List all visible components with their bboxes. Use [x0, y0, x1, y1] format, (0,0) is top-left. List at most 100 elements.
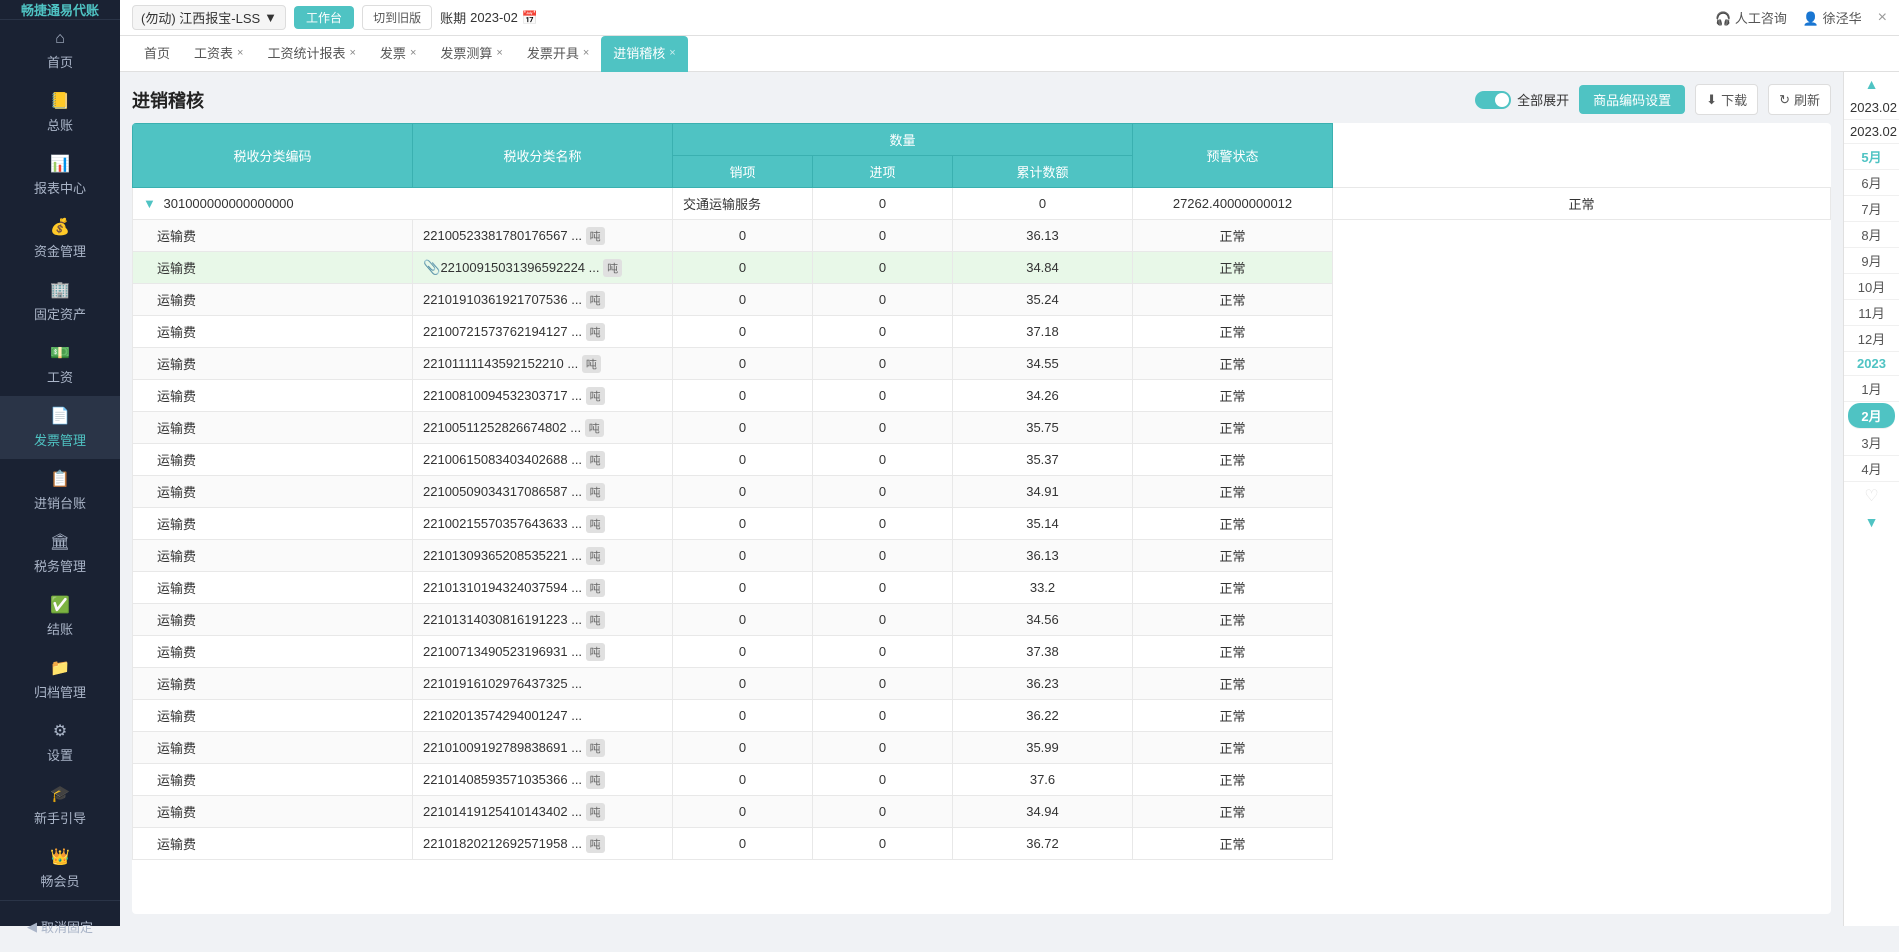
tab-close-salary-stats[interactable]: × [349, 47, 355, 59]
table-row[interactable]: 运输费 22101111143592152210 ... 吨 0 0 34.55… [133, 348, 1831, 380]
month-item-8[interactable]: 8月 [1844, 222, 1899, 248]
sidebar-item-invoice[interactable]: 📄 发票管理 [0, 396, 120, 459]
status-cell: 正常 [1133, 220, 1333, 252]
sidebar-item-member[interactable]: 👑 畅会员 [0, 837, 120, 900]
tab-close-salary-table[interactable]: × [237, 47, 243, 59]
month-item-4[interactable]: 4月 [1844, 456, 1899, 482]
support-label[interactable]: 🎧 人工咨询 [1715, 8, 1787, 27]
switch-version-button[interactable]: 切到旧版 [362, 5, 432, 30]
table-row[interactable]: 运输费 22100810094532303717 ... 吨 0 0 34.26… [133, 380, 1831, 412]
tab-close-invoice-calc[interactable]: × [496, 47, 502, 59]
sidebar-item-salestable[interactable]: 📋 进销台账 [0, 459, 120, 522]
table-row[interactable]: 运输费 22100615083403402688 ... 吨 0 0 35.37… [133, 444, 1831, 476]
expand-toggle[interactable] [1475, 91, 1511, 109]
name-cell: 运输费 [133, 476, 413, 508]
name-cell: 运输费 [133, 732, 413, 764]
month-item-11[interactable]: 11月 [1844, 300, 1899, 326]
sidebar-item-label: 设置 [47, 745, 73, 764]
unpin-button[interactable]: ◀ 取消固定 [0, 909, 120, 944]
sales-cell: 0 [673, 636, 813, 668]
table-row[interactable]: 运输费 📎22100915031396592224 ... 吨 0 0 34.8… [133, 252, 1831, 284]
table-row[interactable]: 运输费 22101820212692571958 ... 吨 0 0 36.72… [133, 828, 1831, 860]
calendar-icon[interactable]: 📅 [522, 10, 538, 26]
tab-home[interactable]: 首页 [132, 36, 182, 72]
tab-invoice[interactable]: 发票 × [368, 36, 428, 72]
sidebar-item-report[interactable]: 📊 报表中心 [0, 144, 120, 207]
tab-close-sales-check[interactable]: × [669, 47, 675, 59]
invoice-icon: 📄 [50, 406, 70, 426]
tab-close-invoice-open[interactable]: × [583, 47, 589, 59]
scroll-up-button[interactable]: ▲ [1844, 72, 1899, 96]
table-row[interactable]: 运输费 22101009192789838691 ... 吨 0 0 35.99… [133, 732, 1831, 764]
status-cell: 正常 [1133, 796, 1333, 828]
scroll-down-button[interactable]: ▼ [1844, 510, 1899, 534]
sidebar-item-ledger[interactable]: 📒 总账 [0, 81, 120, 144]
sales-cell: 0 [673, 540, 813, 572]
table-row[interactable]: 运输费 22102013574294001247 ... 0 0 36.22 正… [133, 700, 1831, 732]
sidebar-item-settings[interactable]: ⚙ 设置 [0, 711, 120, 774]
table-row[interactable]: 运输费 22101314030816191223 ... 吨 0 0 34.56… [133, 604, 1831, 636]
settings-btn[interactable]: 商品编码设置 [1579, 85, 1685, 114]
tab-sales-check[interactable]: 进销稽核 × [601, 36, 687, 72]
tab-invoice-open[interactable]: 发票开具 × [515, 36, 601, 72]
table-row[interactable]: 运输费 22100713490523196931 ... 吨 0 0 37.38… [133, 636, 1831, 668]
month-item-3[interactable]: 3月 [1844, 430, 1899, 456]
col-quantity-header: 数量 [673, 124, 1133, 156]
month-item-2-active[interactable]: 2月 [1848, 403, 1895, 429]
invoice-cell: 22100721573762194127 ... 吨 [413, 316, 673, 348]
workspace-button[interactable]: 工作台 [294, 6, 354, 29]
table-row[interactable]: 运输费 22101310194324037594 ... 吨 0 0 33.2 … [133, 572, 1831, 604]
table-row[interactable]: 运输费 22100523381780176567 ... 吨 0 0 36.13… [133, 220, 1831, 252]
sidebar-item-archive[interactable]: 📁 归档管理 [0, 648, 120, 711]
unit-tag: 吨 [586, 227, 605, 245]
month-item-6[interactable]: 6月 [1844, 170, 1899, 196]
month-item-9[interactable]: 9月 [1844, 248, 1899, 274]
sidebar-item-home[interactable]: ⌂ 首页 [0, 20, 120, 81]
table-row[interactable]: 运输费 22101916102976437325 ... 0 0 36.23 正… [133, 668, 1831, 700]
name-cell: 运输费 [133, 348, 413, 380]
month-item-10[interactable]: 10月 [1844, 274, 1899, 300]
table-row[interactable]: 运输费 22100509034317086587 ... 吨 0 0 34.91… [133, 476, 1831, 508]
table-row[interactable]: 运输费 22101419125410143402 ... 吨 0 0 34.94… [133, 796, 1831, 828]
content: 进销稽核 全部展开 商品编码设置 ⬇ 下载 ↻ 刷新 [120, 72, 1899, 926]
month-item-5[interactable]: 5月 [1844, 144, 1899, 170]
sales-cell: 0 [673, 764, 813, 796]
table-row[interactable]: 运输费 22100215570357643633 ... 吨 0 0 35.14… [133, 508, 1831, 540]
tab-close-invoice[interactable]: × [410, 47, 416, 59]
sales-cell: 0 [673, 604, 813, 636]
tab-salary-table[interactable]: 工资表 × [182, 36, 255, 72]
topbar-close-button[interactable]: × [1878, 9, 1887, 27]
invoice-cell: 22101820212692571958 ... 吨 [413, 828, 673, 860]
tab-salary-stats[interactable]: 工资统计报表 × [255, 36, 367, 72]
settlement-icon: ✅ [50, 595, 70, 615]
refresh-btn[interactable]: ↻ 刷新 [1768, 84, 1831, 115]
company-selector[interactable]: (勿动) 江西报宝-LSS ▼ [132, 5, 286, 30]
table-row[interactable]: 运输费 22101408593571035366 ... 吨 0 0 37.6 … [133, 764, 1831, 796]
tab-invoice-calc[interactable]: 发票测算 × [428, 36, 514, 72]
purchase-cell: 0 [813, 828, 953, 860]
month-item-7[interactable]: 7月 [1844, 196, 1899, 222]
table-row[interactable]: 运输费 22101309365208535221 ... 吨 0 0 36.13… [133, 540, 1831, 572]
table-row[interactable]: 运输费 22100721573762194127 ... 吨 0 0 37.18… [133, 316, 1831, 348]
table-row[interactable]: 运输费 22100511252826674802 ... 吨 0 0 35.75… [133, 412, 1831, 444]
purchase-cell: 0 [813, 540, 953, 572]
sidebar-bottom: ◀ 取消固定 [0, 900, 120, 952]
sidebar-item-capital[interactable]: 💰 资金管理 [0, 207, 120, 270]
sidebar-item-assets[interactable]: 🏢 固定资产 [0, 270, 120, 333]
download-btn[interactable]: ⬇ 下载 [1695, 84, 1758, 115]
month-item-1[interactable]: 1月 [1844, 376, 1899, 402]
sidebar-item-tax[interactable]: 🏛 税务管理 [0, 522, 120, 585]
cumulative-cell: 36.72 [953, 828, 1133, 860]
main-table: 税收分类编码 税收分类名称 数量 预警状态 销项 进项 累计数额 [132, 123, 1831, 860]
user-label[interactable]: 👤 徐泾华 [1803, 8, 1862, 27]
sidebar-item-salary[interactable]: 💵 工资 [0, 333, 120, 396]
group-purchase-cell: 0 [953, 188, 1133, 220]
table-row[interactable]: 运输费 22101910361921707536 ... 吨 0 0 35.24… [133, 284, 1831, 316]
invoice-cell: 📎22100915031396592224 ... 吨 [413, 252, 673, 284]
sidebar-item-guide[interactable]: 🎓 新手引导 [0, 774, 120, 837]
table-row[interactable]: ▼ 301000000000000000 交通运输服务 0 0 27262.40… [133, 188, 1831, 220]
sales-cell: 0 [673, 668, 813, 700]
month-item-12[interactable]: 12月 [1844, 326, 1899, 352]
sidebar-item-settlement[interactable]: ✅ 结账 [0, 585, 120, 648]
unit-tag: 吨 [586, 579, 605, 597]
